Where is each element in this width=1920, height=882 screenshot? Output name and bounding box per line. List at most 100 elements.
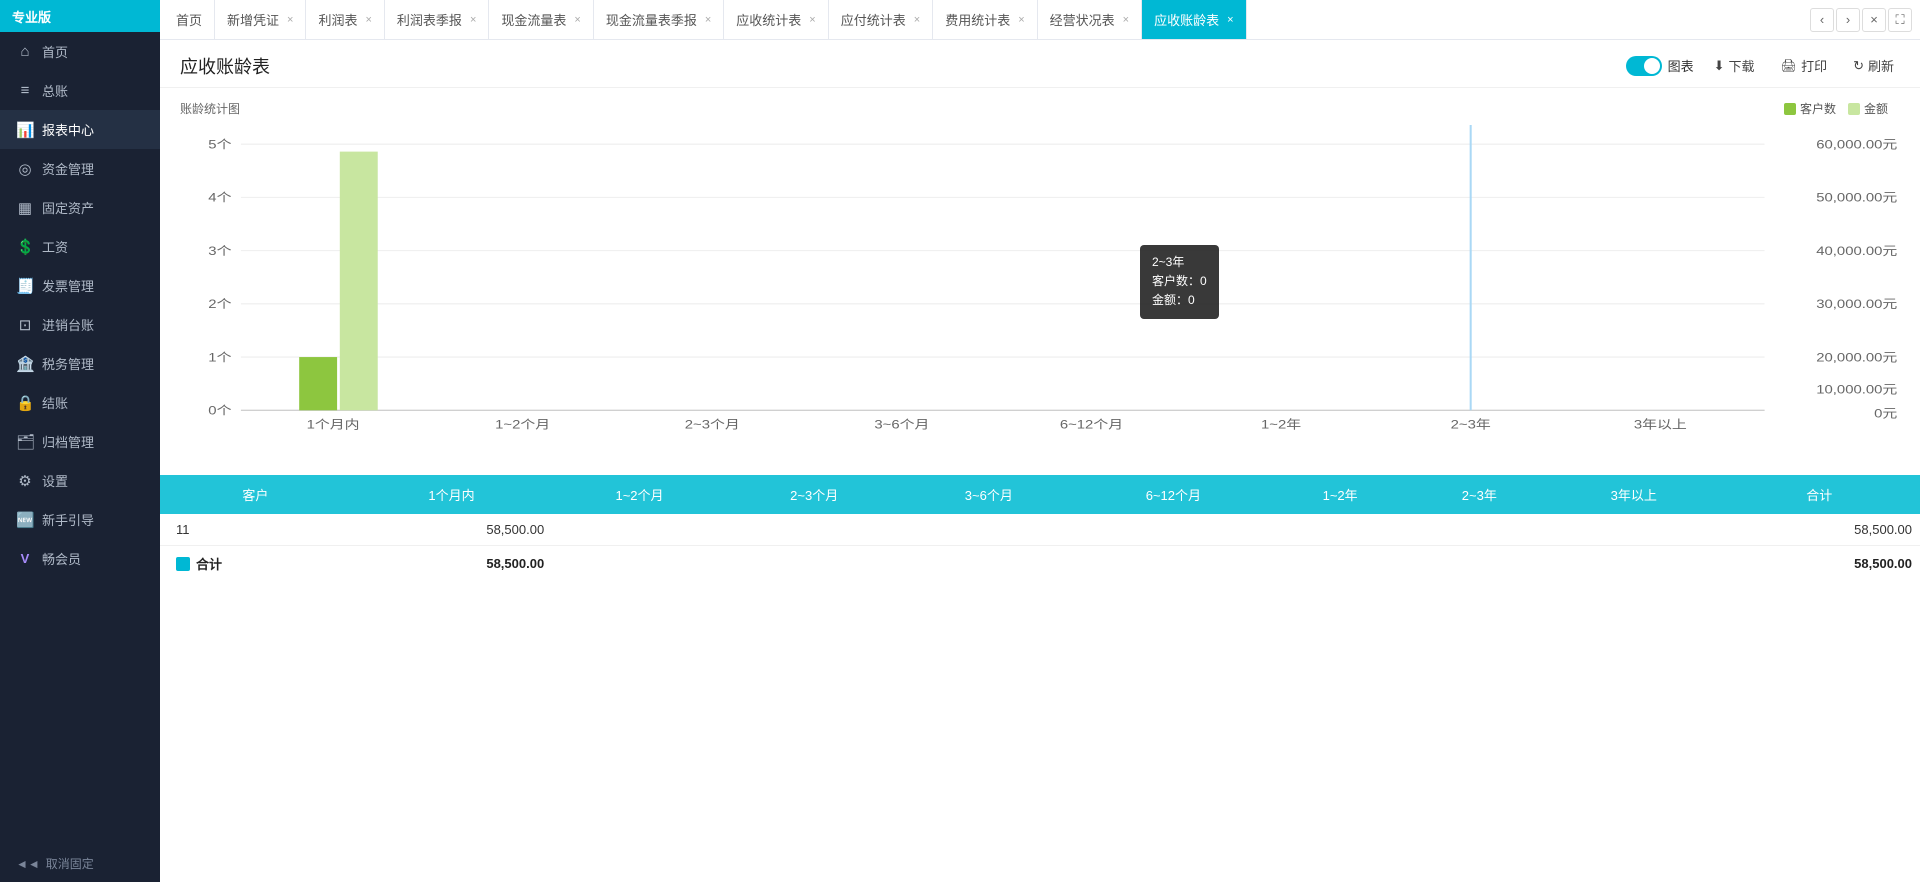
salary-icon: 💲 xyxy=(16,238,34,256)
tab-ar-stat[interactable]: 应收统计表 × xyxy=(724,0,828,40)
tab-expense-close[interactable]: × xyxy=(1018,14,1024,26)
sidebar-item-assets[interactable]: ▦ 固定资产 xyxy=(0,188,160,227)
page-title: 应收账龄表 xyxy=(180,53,270,79)
print-label: 打印 xyxy=(1801,56,1827,75)
tab-prev-button[interactable]: ‹ xyxy=(1810,8,1834,32)
refresh-button[interactable]: ↻ 刷新 xyxy=(1847,52,1900,79)
footer-m5 xyxy=(1076,546,1270,582)
archive-icon: 🗂 xyxy=(16,433,34,451)
cell-customer: 11 xyxy=(160,514,351,546)
tab-profit-label: 利润表 xyxy=(318,10,357,29)
assets-icon: ▦ xyxy=(16,199,34,217)
footer-m6 xyxy=(1271,546,1410,582)
tab-cashflow-close[interactable]: × xyxy=(574,14,580,26)
tab-profit[interactable]: 利润表 × xyxy=(306,0,384,40)
data-table: 客户 1个月内 1~2个月 2~3个月 3~6个月 6~12个月 1~2年 2~… xyxy=(160,475,1920,581)
legend-amount: 金额 xyxy=(1848,100,1888,117)
tab-home[interactable]: 首页 xyxy=(164,0,215,40)
tab-voucher-close[interactable]: × xyxy=(287,14,293,26)
unpin-label: 取消固定 xyxy=(46,855,94,872)
svg-text:20,000.00元: 20,000.00元 xyxy=(1816,351,1897,364)
home-icon: ⌂ xyxy=(16,43,34,60)
toggle-track[interactable] xyxy=(1626,56,1662,76)
tab-profit-q[interactable]: 利润表季报 × xyxy=(385,0,489,40)
refresh-label: 刷新 xyxy=(1868,56,1894,75)
vip-icon: V xyxy=(16,551,34,566)
sidebar-item-settings[interactable]: ⚙ 设置 xyxy=(0,461,160,500)
tab-ar-aging[interactable]: 应收账龄表 × xyxy=(1142,0,1246,40)
tab-profit-q-close[interactable]: × xyxy=(470,14,476,26)
print-button[interactable]: 🖨 打印 xyxy=(1775,52,1834,79)
tab-biz-status-close[interactable]: × xyxy=(1123,14,1129,26)
svg-text:3个: 3个 xyxy=(208,244,231,257)
tab-ar-stat-close[interactable]: × xyxy=(809,14,815,26)
tab-home-label: 首页 xyxy=(176,10,202,29)
tab-next-button[interactable]: › xyxy=(1836,8,1860,32)
tab-cashflow-q[interactable]: 现金流量表季报 × xyxy=(594,0,724,40)
refresh-icon: ↻ xyxy=(1853,58,1864,74)
sidebar-item-archive[interactable]: 🗂 归档管理 xyxy=(0,422,160,461)
legend-customer-dot xyxy=(1784,103,1796,115)
sidebar-item-funds[interactable]: ◎ 资金管理 xyxy=(0,149,160,188)
footer-m8 xyxy=(1549,546,1719,582)
tab-cashflow-q-close[interactable]: × xyxy=(705,14,711,26)
sidebar-item-guide[interactable]: 🆕 新手引导 xyxy=(0,500,160,539)
sidebar-label-vip: 畅会员 xyxy=(42,549,81,568)
tab-close-all-button[interactable]: × xyxy=(1862,8,1886,32)
tab-ap-stat-close[interactable]: × xyxy=(914,14,920,26)
tab-expense[interactable]: 费用统计表 × xyxy=(933,0,1037,40)
invoice-icon: 🧾 xyxy=(16,277,34,295)
tab-voucher[interactable]: 新增凭证 × xyxy=(215,0,306,40)
svg-text:30,000.00元: 30,000.00元 xyxy=(1816,298,1897,311)
footer-m4 xyxy=(902,546,1077,582)
col-m6: 1~2年 xyxy=(1271,475,1410,514)
chart-title: 账龄统计图 xyxy=(180,100,1900,117)
sidebar-label-funds: 资金管理 xyxy=(42,159,94,178)
tab-bar: 首页 新增凭证 × 利润表 × 利润表季报 × 现金流量表 × 现金流量表季报 … xyxy=(160,0,1920,40)
sidebar-item-home[interactable]: ⌂ 首页 xyxy=(0,32,160,71)
svg-text:40,000.00元: 40,000.00元 xyxy=(1816,244,1897,257)
cell-m8 xyxy=(1549,514,1719,546)
sidebar-item-tax[interactable]: 🏦 税务管理 xyxy=(0,344,160,383)
col-m2: 1~2个月 xyxy=(552,475,727,514)
chart-toggle[interactable]: 图表 xyxy=(1626,56,1694,76)
col-m3: 2~3个月 xyxy=(727,475,902,514)
sidebar-item-inventory[interactable]: ⊡ 进销台账 xyxy=(0,305,160,344)
legend-amount-label: 金额 xyxy=(1864,100,1888,117)
chart-svg: 5个 4个 3个 2个 1个 0个 60,000.00元 50,000.00元 … xyxy=(180,125,1900,455)
sidebar: 专业版 ⌂ 首页 ≡ 总账 📊 报表中心 ◎ 资金管理 ▦ 固定资产 💲 工资 … xyxy=(0,0,160,882)
inventory-icon: ⊡ xyxy=(16,316,34,334)
tab-controls: ‹ › × ⛶ xyxy=(1810,8,1916,32)
tab-ar-aging-close[interactable]: × xyxy=(1227,14,1233,26)
chart-container: 5个 4个 3个 2个 1个 0个 60,000.00元 50,000.00元 … xyxy=(180,125,1900,455)
tab-expand-button[interactable]: ⛶ xyxy=(1888,8,1912,32)
download-button[interactable]: ⬇ 下载 xyxy=(1708,52,1761,79)
settings-icon: ⚙ xyxy=(16,472,34,490)
download-icon: ⬇ xyxy=(1714,58,1725,74)
sidebar-item-salary[interactable]: 💲 工资 xyxy=(0,227,160,266)
svg-text:2~3年: 2~3年 xyxy=(1451,418,1491,431)
tab-voucher-label: 新增凭证 xyxy=(227,10,279,29)
sidebar-item-ledger[interactable]: ≡ 总账 xyxy=(0,71,160,110)
sidebar-label-assets: 固定资产 xyxy=(42,198,94,217)
download-label: 下载 xyxy=(1729,56,1755,75)
table-section: 客户 1个月内 1~2个月 2~3个月 3~6个月 6~12个月 1~2年 2~… xyxy=(160,475,1920,581)
svg-text:2~3个月: 2~3个月 xyxy=(685,418,740,431)
main-area: 首页 新增凭证 × 利润表 × 利润表季报 × 现金流量表 × 现金流量表季报 … xyxy=(160,0,1920,882)
bar-amount-0 xyxy=(340,152,378,411)
tab-cashflow[interactable]: 现金流量表 × xyxy=(489,0,593,40)
tab-profit-close[interactable]: × xyxy=(365,14,371,26)
toggle-label: 图表 xyxy=(1668,56,1694,75)
sidebar-item-vip[interactable]: V 畅会员 xyxy=(0,539,160,578)
cell-m5 xyxy=(1076,514,1270,546)
cell-m6 xyxy=(1271,514,1410,546)
col-m8: 3年以上 xyxy=(1549,475,1719,514)
footer-m1: 58,500.00 xyxy=(351,546,552,582)
unpin-button[interactable]: ◄◄ 取消固定 xyxy=(0,845,160,882)
sidebar-item-reports[interactable]: 📊 报表中心 xyxy=(0,110,160,149)
tab-biz-status[interactable]: 经营状况表 × xyxy=(1038,0,1142,40)
tab-ap-stat[interactable]: 应付统计表 × xyxy=(829,0,933,40)
cell-m2 xyxy=(552,514,727,546)
sidebar-item-closing[interactable]: 🔒 结账 xyxy=(0,383,160,422)
sidebar-item-invoice[interactable]: 🧾 发票管理 xyxy=(0,266,160,305)
